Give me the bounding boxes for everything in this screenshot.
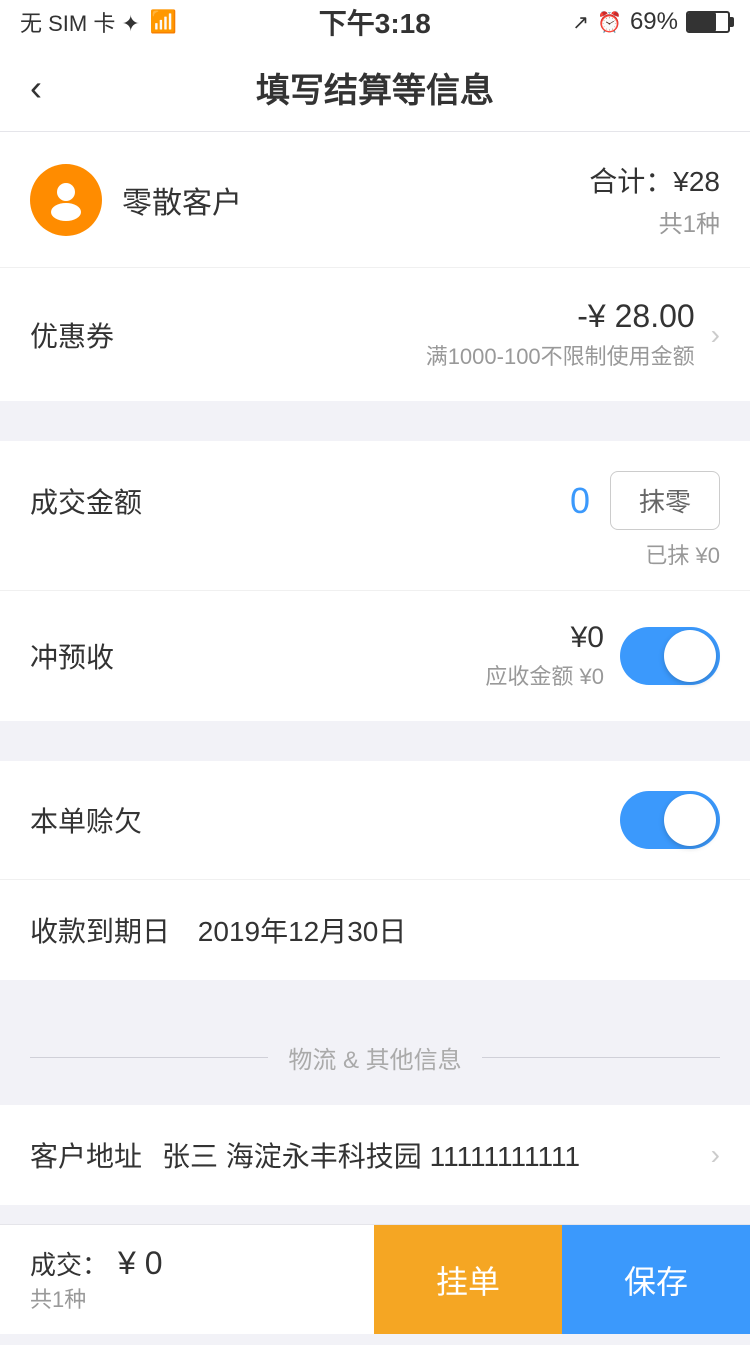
transaction-row: 成交金额 0 抹零: [30, 471, 720, 530]
debt-card: 本单赊欠 收款到期日 2019年12月30日: [0, 761, 750, 980]
nav-bar: ‹ 填写结算等信息: [0, 44, 750, 132]
customer-total: 合计：¥28: [589, 160, 720, 200]
bottom-summary-top: 成交： ¥ 0: [30, 1245, 344, 1282]
logistics-divider: 物流 & 其他信息: [0, 1020, 750, 1095]
round-button[interactable]: 抹零: [610, 471, 720, 530]
bottom-summary-amount: ¥ 0: [118, 1245, 162, 1282]
logistics-line-right: [482, 1057, 720, 1058]
transaction-amount-section: 成交金额 0 抹零 已抹 ¥0: [0, 441, 750, 590]
status-right: ↗ ⏰ 69%: [572, 8, 730, 36]
coupon-description: 满1000-100不限制使用金额: [426, 339, 695, 371]
battery-icon: [686, 11, 730, 33]
back-button[interactable]: ‹: [30, 67, 42, 109]
section-divider-1: [0, 421, 750, 441]
logistics-label: 物流 & 其他信息: [288, 1040, 461, 1075]
coupon-chevron-icon: ›: [711, 319, 720, 351]
coupon-amount: -¥ 28.00: [426, 298, 695, 335]
advance-amount: ¥0: [485, 621, 604, 655]
section-divider-4: [0, 1095, 750, 1105]
address-row[interactable]: 客户地址 张三 海淀永丰科技园 11111111111 ›: [0, 1105, 750, 1205]
coupon-value-group: -¥ 28.00 满1000-100不限制使用金额: [426, 298, 695, 371]
duedate-label: 收款到期日: [30, 916, 170, 947]
toggle-knob: [664, 630, 716, 682]
address-value: 张三 海淀永丰科技园 11111111111: [162, 1135, 711, 1175]
customer-summary: 合计：¥28 共1种: [589, 160, 720, 239]
alarm-icon: ⏰: [597, 10, 622, 35]
coupon-row[interactable]: 优惠券 -¥ 28.00 满1000-100不限制使用金额 ›: [0, 267, 750, 401]
customer-row: 零散客户 合计：¥28 共1种: [0, 132, 750, 267]
debt-label: 本单赊欠: [30, 800, 142, 840]
advance-row: 冲预收 ¥0 应收金额 ¥0: [30, 591, 720, 691]
customer-avatar: [30, 164, 102, 236]
page-title: 填写结算等信息: [256, 63, 494, 112]
advance-right: ¥0 应收金额 ¥0: [485, 621, 720, 691]
customer-name: 零散客户: [122, 178, 242, 222]
status-bar: 无 SIM 卡 ✦ 📶 下午3:18 ↗ ⏰ 69%: [0, 0, 750, 44]
debt-row: 本单赊欠: [0, 761, 750, 879]
debt-toggle[interactable]: [620, 791, 720, 849]
transaction-card: 成交金额 0 抹零 已抹 ¥0 冲预收 ¥0 应收金额 ¥0: [0, 441, 750, 721]
coupon-right: -¥ 28.00 满1000-100不限制使用金额 ›: [426, 298, 720, 371]
pending-button[interactable]: 挂单: [374, 1225, 562, 1334]
transaction-sub: 已抹 ¥0: [30, 538, 720, 570]
section-divider-3: [0, 1000, 750, 1020]
duedate-value: 2019年12月30日: [198, 916, 407, 947]
transaction-label: 成交金额: [30, 481, 142, 521]
location-icon: ↗: [572, 10, 589, 35]
advance-value-group: ¥0 应收金额 ¥0: [485, 621, 604, 691]
address-chevron-icon: ›: [711, 1139, 720, 1171]
transaction-input-group: 0 抹零: [530, 471, 720, 530]
logistics-line-left: [30, 1057, 268, 1058]
wifi-icon: 📶: [150, 9, 177, 35]
coupon-label: 优惠券: [30, 315, 114, 355]
duedate-section: 收款到期日 2019年12月30日: [0, 879, 750, 980]
advance-sub: 应收金额 ¥0: [485, 659, 604, 691]
bottom-bar: 成交： ¥ 0 共1种 挂单 保存: [0, 1224, 750, 1334]
section-divider-2: [0, 741, 750, 761]
bottom-summary-count: 共1种: [30, 1282, 344, 1314]
address-label: 客户地址: [30, 1135, 142, 1175]
debt-toggle-knob: [664, 794, 716, 846]
customer-count: 共1种: [589, 204, 720, 239]
sim-status: 无 SIM 卡 ✦: [20, 6, 140, 38]
advance-label: 冲预收: [30, 636, 114, 676]
status-left: 无 SIM 卡 ✦ 📶: [20, 6, 177, 38]
bottom-summary-label: 成交：: [30, 1245, 108, 1282]
advance-section: 冲预收 ¥0 应收金额 ¥0: [0, 590, 750, 721]
customer-card: 零散客户 合计：¥28 共1种 优惠券 -¥ 28.00 满1000-100不限…: [0, 132, 750, 401]
customer-info: 零散客户: [30, 164, 242, 236]
person-icon: [44, 178, 88, 222]
address-card: 客户地址 张三 海淀永丰科技园 11111111111 ›: [0, 1105, 750, 1205]
battery-percent: 69%: [630, 8, 678, 36]
content: 零散客户 合计：¥28 共1种 优惠券 -¥ 28.00 满1000-100不限…: [0, 132, 750, 1345]
transaction-value[interactable]: 0: [530, 480, 590, 522]
save-button[interactable]: 保存: [562, 1225, 750, 1334]
status-time: 下午3:18: [319, 2, 431, 42]
bottom-summary: 成交： ¥ 0 共1种: [0, 1225, 374, 1334]
advance-toggle[interactable]: [620, 627, 720, 685]
